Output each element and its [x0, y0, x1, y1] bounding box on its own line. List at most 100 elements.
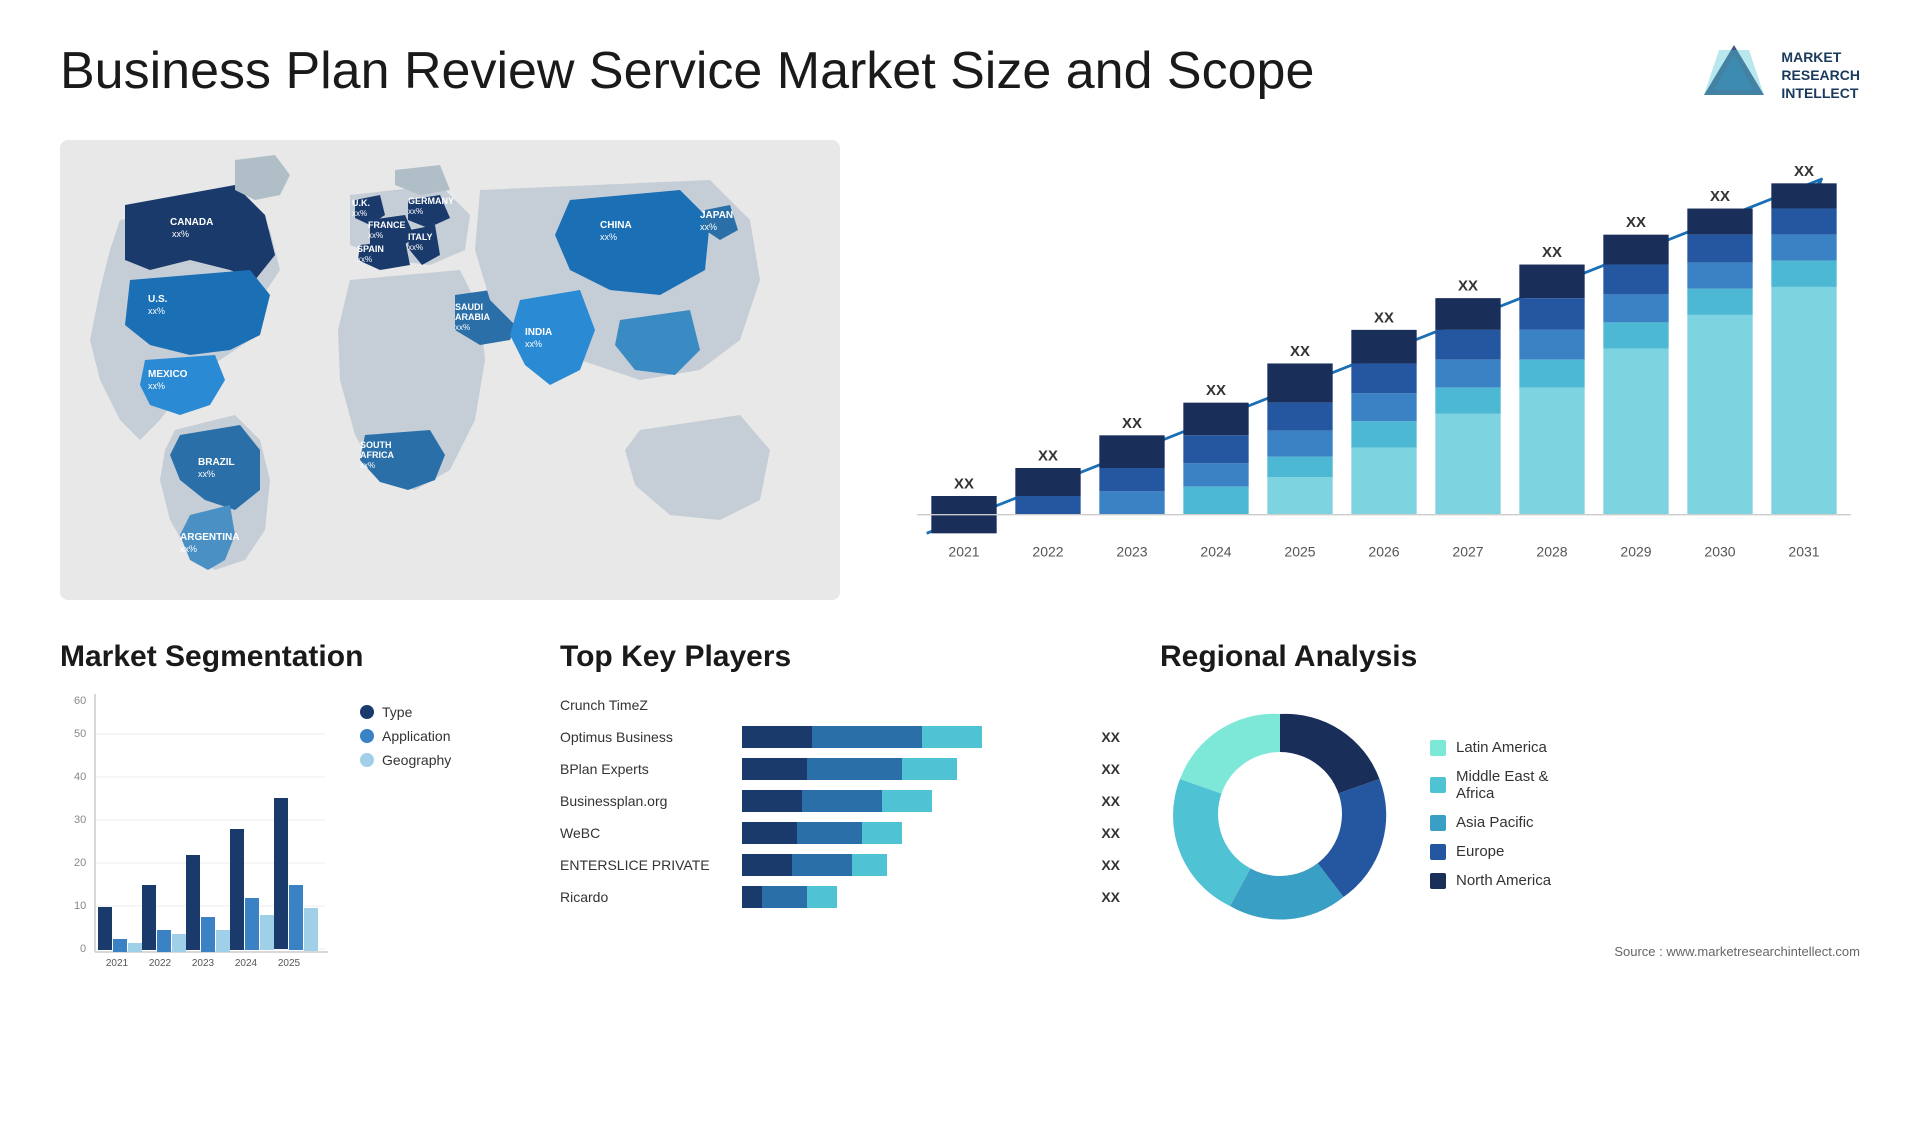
- player-bar: [742, 726, 1081, 748]
- legend-geography: Geography: [360, 752, 451, 768]
- player-row: ENTERSLICE PRIVATE XX: [560, 854, 1120, 876]
- legend-application: Application: [360, 728, 451, 744]
- svg-text:BRAZIL: BRAZIL: [198, 457, 235, 468]
- player-name: ENTERSLICE PRIVATE: [560, 857, 730, 873]
- player-bar-container: [742, 758, 1081, 780]
- bar-seg3: [902, 758, 957, 780]
- player-bar-container: [742, 694, 1100, 716]
- player-name: Ricardo: [560, 889, 730, 905]
- legend-middle-east-africa: Middle East &Africa: [1430, 768, 1551, 802]
- player-row: Businessplan.org XX: [560, 790, 1120, 812]
- bar-seg2: [812, 726, 922, 748]
- logo-line3: INTELLECT: [1781, 84, 1860, 102]
- legend-label: Europe: [1456, 843, 1504, 860]
- player-row: Ricardo XX: [560, 886, 1120, 908]
- player-bar-container: [742, 854, 1081, 876]
- svg-text:XX: XX: [954, 476, 974, 493]
- page-container: Business Plan Review Service Market Size…: [0, 0, 1920, 1146]
- svg-text:2022: 2022: [1032, 544, 1063, 560]
- player-name: Businessplan.org: [560, 793, 730, 809]
- svg-text:xx%: xx%: [525, 339, 542, 349]
- svg-text:xx%: xx%: [148, 381, 165, 391]
- svg-text:2026: 2026: [1368, 544, 1399, 560]
- svg-text:xx%: xx%: [408, 207, 423, 216]
- svg-text:XX: XX: [1710, 188, 1730, 205]
- legend-color: [1430, 777, 1446, 793]
- svg-text:XX: XX: [1794, 163, 1814, 180]
- svg-text:XX: XX: [1626, 214, 1646, 231]
- page-title: Business Plan Review Service Market Size…: [60, 40, 1314, 102]
- legend-color: [1430, 815, 1446, 831]
- svg-text:xx%: xx%: [172, 229, 189, 239]
- player-name: WeBC: [560, 825, 730, 841]
- legend-label: Middle East &Africa: [1456, 768, 1549, 802]
- bar-seg2: [802, 790, 882, 812]
- svg-text:2023: 2023: [1116, 544, 1147, 560]
- svg-text:SOUTH: SOUTH: [360, 440, 392, 450]
- donut-legend: Latin America Middle East &Africa Asia P…: [1430, 739, 1551, 889]
- svg-text:U.S.: U.S.: [148, 294, 168, 305]
- source-text: Source : www.marketresearchintellect.com: [1160, 944, 1860, 959]
- logo-line1: MARKET: [1781, 48, 1860, 66]
- svg-text:xx%: xx%: [408, 243, 423, 252]
- svg-text:ARABIA: ARABIA: [455, 312, 490, 322]
- map-section: CANADA xx% U.S. xx% MEXICO xx% BRAZIL xx…: [60, 140, 840, 600]
- player-value: XX: [1101, 825, 1120, 841]
- segmentation-section: Market Segmentation 0 10 20 30 40 50 60: [60, 640, 520, 1060]
- svg-text:GERMANY: GERMANY: [408, 196, 454, 206]
- player-bar: [742, 822, 1081, 844]
- bar-seg3: [862, 822, 902, 844]
- player-value: XX: [1101, 729, 1120, 745]
- svg-text:xx%: xx%: [368, 231, 383, 240]
- svg-text:xx%: xx%: [352, 209, 367, 218]
- svg-text:SAUDI: SAUDI: [455, 302, 483, 312]
- svg-text:xx%: xx%: [600, 232, 617, 242]
- segmentation-title: Market Segmentation: [60, 640, 520, 674]
- logo-line2: RESEARCH: [1781, 66, 1860, 84]
- svg-text:0: 0: [80, 943, 86, 955]
- svg-text:2025: 2025: [1284, 544, 1315, 560]
- player-value: XX: [1101, 857, 1120, 873]
- donut-container: Latin America Middle East &Africa Asia P…: [1160, 694, 1860, 934]
- bar-seg3: [882, 790, 932, 812]
- svg-text:U.K.: U.K.: [352, 198, 370, 208]
- svg-text:50: 50: [74, 728, 86, 740]
- svg-text:XX: XX: [1038, 448, 1058, 465]
- bottom-section: Market Segmentation 0 10 20 30 40 50 60: [60, 640, 1860, 1060]
- svg-text:INDIA: INDIA: [525, 327, 552, 338]
- legend-color: [1430, 844, 1446, 860]
- player-value: XX: [1101, 889, 1120, 905]
- svg-text:2022: 2022: [149, 958, 172, 969]
- bar-seg1: [742, 758, 807, 780]
- svg-text:2023: 2023: [192, 958, 215, 969]
- svg-text:XX: XX: [1122, 415, 1142, 432]
- logo-area: MARKET RESEARCH INTELLECT: [1699, 40, 1860, 110]
- svg-text:XX: XX: [1290, 343, 1310, 360]
- bar-seg2: [797, 822, 862, 844]
- svg-text:XX: XX: [1374, 309, 1394, 326]
- svg-text:xx%: xx%: [357, 255, 372, 264]
- bar-seg3: [852, 854, 887, 876]
- svg-text:XX: XX: [1206, 382, 1226, 399]
- player-row: Optimus Business XX: [560, 726, 1120, 748]
- legend-type-label: Type: [382, 704, 412, 720]
- legend-asia-pacific: Asia Pacific: [1430, 814, 1551, 831]
- player-bar: [742, 790, 1081, 812]
- svg-text:2030: 2030: [1704, 544, 1735, 560]
- player-row: WeBC XX: [560, 822, 1120, 844]
- legend-geography-label: Geography: [382, 752, 451, 768]
- bar-seg2: [762, 886, 807, 908]
- legend-latin-america: Latin America: [1430, 739, 1551, 756]
- svg-text:2021: 2021: [948, 544, 979, 560]
- svg-text:2024: 2024: [235, 958, 258, 969]
- bar-seg1: [742, 726, 812, 748]
- legend-application-dot: [360, 729, 374, 743]
- svg-text:xx%: xx%: [180, 544, 197, 554]
- svg-text:ITALY: ITALY: [408, 232, 433, 242]
- legend-label: Latin America: [1456, 739, 1547, 756]
- top-section: CANADA xx% U.S. xx% MEXICO xx% BRAZIL xx…: [60, 140, 1860, 600]
- header: Business Plan Review Service Market Size…: [60, 40, 1860, 110]
- bar-seg1: [742, 790, 802, 812]
- player-value: XX: [1101, 793, 1120, 809]
- legend-type-dot: [360, 705, 374, 719]
